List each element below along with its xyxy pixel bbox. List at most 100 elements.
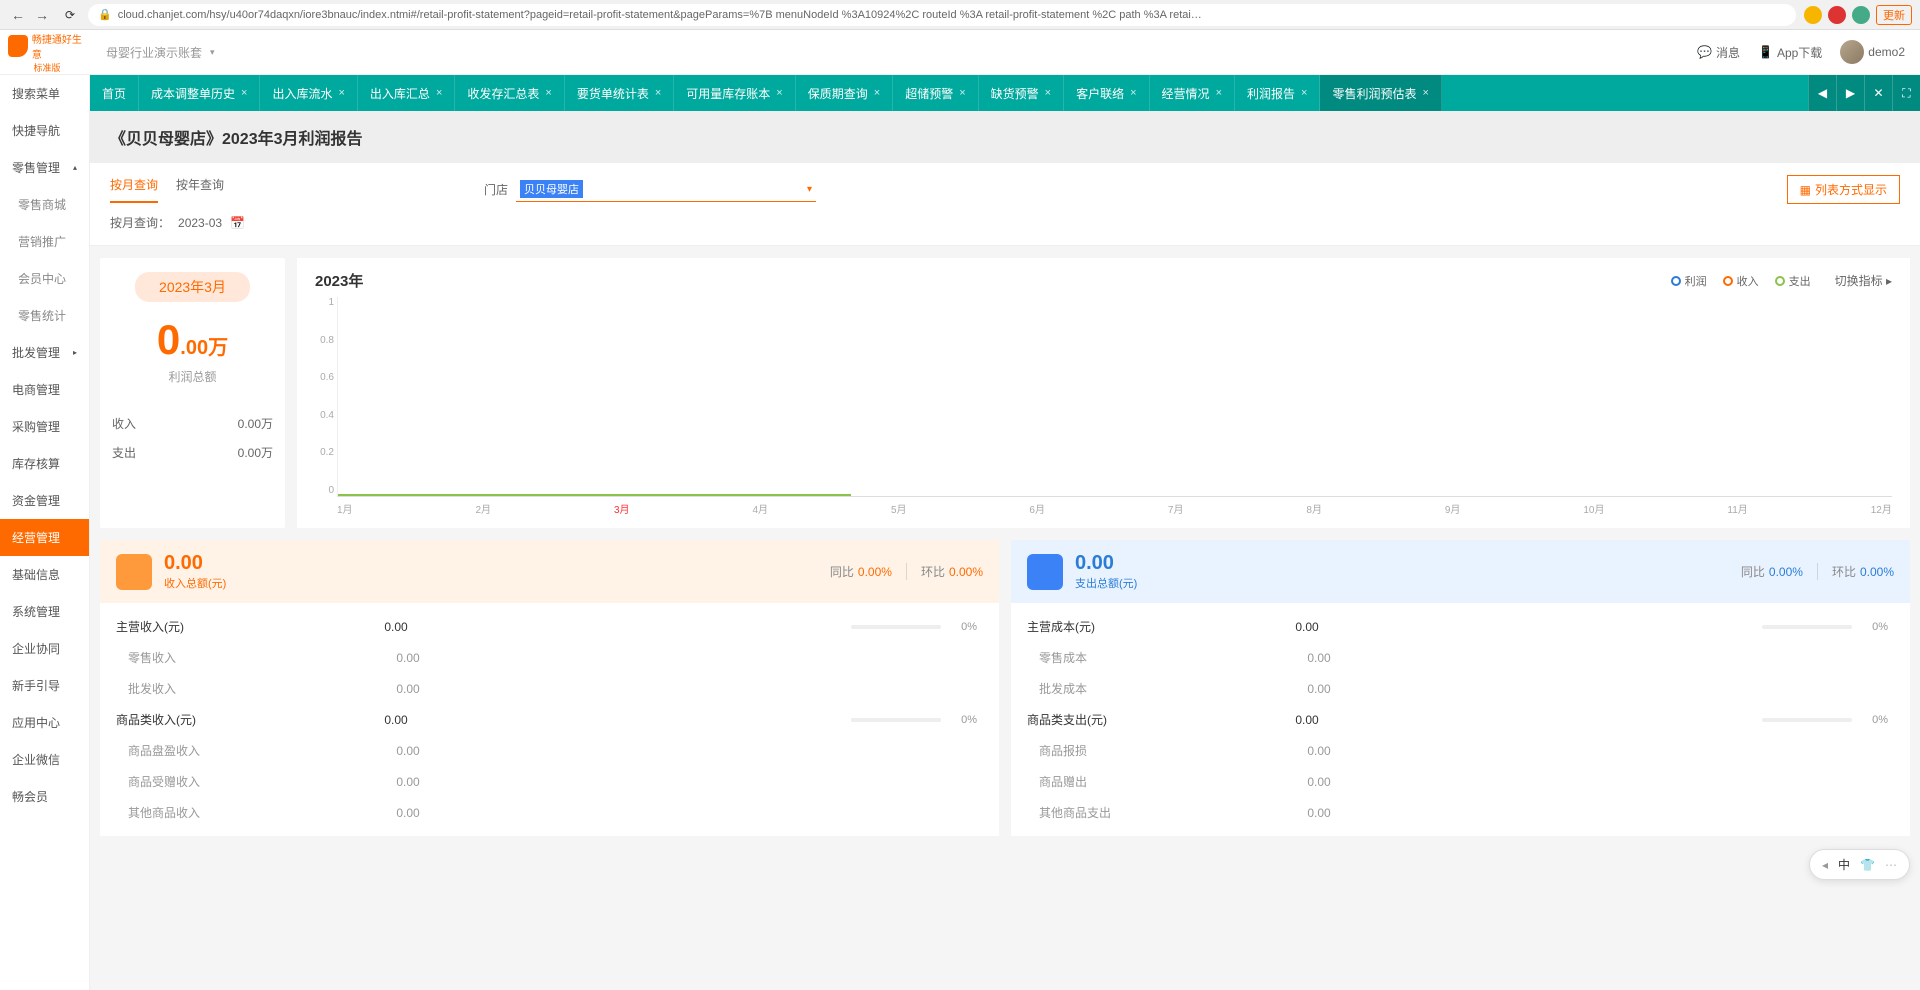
logo[interactable]: 畅捷通好生意 标准版: [8, 31, 86, 74]
profit-total-label: 利润总额: [168, 368, 216, 385]
tab[interactable]: 超储预警×: [893, 75, 978, 111]
chevron-down-icon: ▾: [807, 184, 812, 195]
tab[interactable]: 客户联络×: [1064, 75, 1149, 111]
panel-row: 其他商品支出0.00: [1027, 797, 1894, 828]
sidebar-item[interactable]: 库存核算: [0, 445, 89, 482]
logo-edition: 标准版: [33, 61, 60, 74]
tab-close-icon[interactable]: ×: [1301, 87, 1307, 99]
app-download-link[interactable]: 📱App下载: [1758, 44, 1822, 61]
tabs-scroll-right[interactable]: ▶: [1836, 75, 1864, 111]
income-panel: 0.00 收入总额(元) 同比0.00% 环比0.00% 主营收入(元)0.00…: [100, 540, 999, 836]
sidebar-item[interactable]: 零售管理▴: [0, 149, 89, 186]
tab[interactable]: 出入库汇总×: [358, 75, 455, 111]
tabs-close[interactable]: ✕: [1864, 75, 1892, 111]
sidebar-item[interactable]: 基础信息: [0, 556, 89, 593]
sidebar-item[interactable]: 采购管理: [0, 408, 89, 445]
ext-icon[interactable]: [1828, 6, 1846, 24]
tab[interactable]: 首页: [90, 75, 139, 111]
tab-close-icon[interactable]: ×: [1422, 87, 1428, 99]
tab-close-icon[interactable]: ×: [776, 87, 782, 99]
panel-row: 商品类收入(元)0.000%: [116, 704, 983, 735]
sidebar: 搜索菜单快捷导航零售管理▴零售商城营销推广会员中心零售统计批发管理▸电商管理采购…: [0, 75, 90, 990]
ext-icon[interactable]: [1804, 6, 1822, 24]
tabs-scroll-left[interactable]: ◀: [1808, 75, 1836, 111]
sidebar-item[interactable]: 经营管理: [0, 519, 89, 556]
app-header: 畅捷通好生意 标准版 母婴行业演示账套▾ 💬消息 📱App下载 demo2: [0, 30, 1920, 75]
month-pill: 2023年3月: [135, 272, 250, 302]
ext-icon[interactable]: [1852, 6, 1870, 24]
sidebar-item[interactable]: 资金管理: [0, 482, 89, 519]
panel-row: 商品类支出(元)0.000%: [1027, 704, 1894, 735]
sidebar-item[interactable]: 电商管理: [0, 371, 89, 408]
tab-close-icon[interactable]: ×: [655, 87, 661, 99]
list-mode-button[interactable]: ▦ 列表方式显示: [1787, 175, 1900, 204]
month-filter: 按月查询： 2023-03 📅: [90, 204, 1920, 246]
tab[interactable]: 可用量库存账本×: [674, 75, 795, 111]
tab[interactable]: 成本调整单历史×: [139, 75, 260, 111]
shirt-icon: 👕: [1860, 858, 1875, 872]
sidebar-item[interactable]: 系统管理: [0, 593, 89, 630]
tab-close-icon[interactable]: ×: [874, 87, 880, 99]
sidebar-item[interactable]: 新手引导: [0, 667, 89, 704]
sidebar-item[interactable]: 企业微信: [0, 741, 89, 778]
sidebar-item[interactable]: 企业协同: [0, 630, 89, 667]
shop-label: 门店: [484, 181, 508, 198]
shop-select[interactable]: 贝贝母婴店 ▾: [516, 177, 816, 202]
messages-link[interactable]: 💬消息: [1697, 44, 1740, 61]
user-menu[interactable]: demo2: [1840, 40, 1905, 64]
sidebar-item[interactable]: 零售统计: [0, 297, 89, 334]
expense-total: 0.00: [1075, 552, 1137, 575]
summary-row: 收入0.00万: [112, 409, 273, 438]
tab-close-icon[interactable]: ×: [1045, 87, 1051, 99]
tab[interactable]: 要货单统计表×: [565, 75, 674, 111]
lang-pill[interactable]: ◂ 中 👕 ⋯: [1809, 849, 1910, 880]
tab-close-icon[interactable]: ×: [959, 87, 965, 99]
sidebar-item[interactable]: 应用中心: [0, 704, 89, 741]
sidebar-item[interactable]: 会员中心: [0, 260, 89, 297]
sidebar-item[interactable]: 畅会员: [0, 778, 89, 815]
legend-item: 支出: [1775, 273, 1811, 289]
panel-row: 批发成本0.00: [1027, 673, 1894, 704]
tab[interactable]: 出入库流水×: [260, 75, 357, 111]
panel-row: 商品报损0.00: [1027, 735, 1894, 766]
forward-button[interactable]: →: [32, 5, 52, 25]
tab-close-icon[interactable]: ×: [1130, 87, 1136, 99]
tab[interactable]: 保质期查询×: [796, 75, 893, 111]
tab-strip: 首页成本调整单历史×出入库流水×出入库汇总×收发存汇总表×要货单统计表×可用量库…: [90, 75, 1920, 111]
tabs-fullscreen[interactable]: ⛶: [1892, 75, 1920, 111]
tab-close-icon[interactable]: ×: [1216, 87, 1222, 99]
chart-title: 2023年: [315, 270, 363, 291]
panel-row: 主营成本(元)0.000%: [1027, 611, 1894, 642]
update-button[interactable]: 更新: [1876, 5, 1912, 25]
tab-close-icon[interactable]: ×: [338, 87, 344, 99]
legend-item: 利润: [1671, 273, 1707, 289]
tab-close-icon[interactable]: ×: [241, 87, 247, 99]
seg-tab-month[interactable]: 按月查询: [110, 176, 158, 203]
reload-button[interactable]: ⟳: [60, 5, 80, 25]
summary-card: 2023年3月 0.00万 利润总额 收入0.00万支出0.00万: [100, 258, 285, 528]
sidebar-item[interactable]: 快捷导航: [0, 112, 89, 149]
tab-close-icon[interactable]: ×: [545, 87, 551, 99]
tab[interactable]: 利润报告×: [1235, 75, 1320, 111]
panel-row: 其他商品收入0.00: [116, 797, 983, 828]
sidebar-item[interactable]: 营销推广: [0, 223, 89, 260]
switch-indicator[interactable]: 切换指标 ▸: [1835, 272, 1892, 289]
seg-tab-year[interactable]: 按年查询: [176, 176, 224, 203]
tab[interactable]: 收发存汇总表×: [455, 75, 564, 111]
tab[interactable]: 零售利润预估表×: [1320, 75, 1441, 111]
back-button[interactable]: ←: [8, 5, 28, 25]
sidebar-item[interactable]: 批发管理▸: [0, 334, 89, 371]
expense-icon: [1027, 554, 1063, 590]
url-bar[interactable]: 🔒 cloud.chanjet.com/hsy/u40or74daqxn/ior…: [88, 4, 1796, 26]
chart-plot: 10.80.60.40.20: [337, 297, 1892, 497]
calendar-icon[interactable]: 📅: [230, 216, 245, 230]
sidebar-item[interactable]: 搜索菜单: [0, 75, 89, 112]
expense-total-label: 支出总额(元): [1075, 575, 1137, 591]
tab[interactable]: 缺货预警×: [979, 75, 1064, 111]
tenant-select[interactable]: 母婴行业演示账套▾: [106, 44, 215, 61]
tab-close-icon[interactable]: ×: [436, 87, 442, 99]
month-value[interactable]: 2023-03: [178, 216, 222, 230]
income-total: 0.00: [164, 552, 226, 575]
tab[interactable]: 经营情况×: [1150, 75, 1235, 111]
sidebar-item[interactable]: 零售商城: [0, 186, 89, 223]
